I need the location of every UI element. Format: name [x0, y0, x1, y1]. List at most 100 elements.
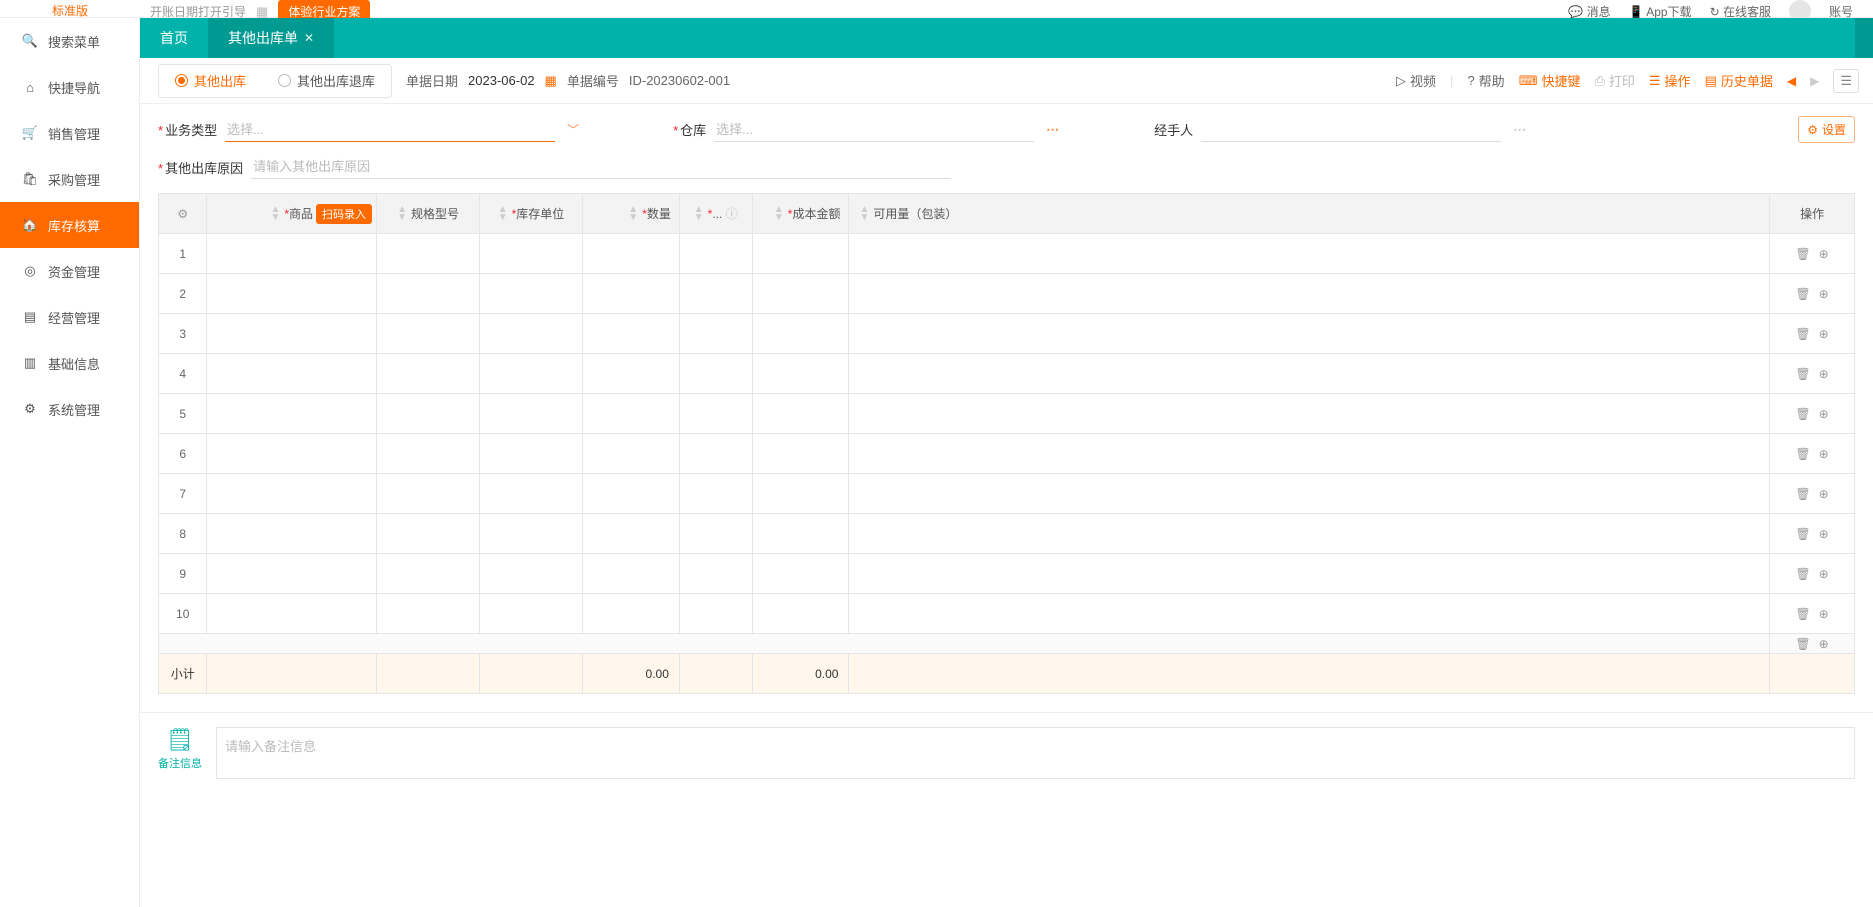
- sidebar-item-finance[interactable]: ◎资金管理: [0, 248, 139, 294]
- cell-unit[interactable]: [480, 514, 583, 554]
- cell-qty[interactable]: [582, 234, 679, 274]
- table-row[interactable]: 8🗑⊕: [159, 514, 1855, 554]
- cell-spec[interactable]: [377, 314, 480, 354]
- cell-unit[interactable]: [480, 354, 583, 394]
- settings-button[interactable]: ⚙设置: [1798, 116, 1855, 143]
- cell-extra[interactable]: [679, 314, 752, 354]
- help-icon[interactable]: ⓘ: [726, 207, 738, 221]
- cell-spec[interactable]: [377, 354, 480, 394]
- cell-unit[interactable]: [480, 594, 583, 634]
- cell-spec[interactable]: [377, 554, 480, 594]
- add-icon[interactable]: ⊕: [1819, 327, 1829, 341]
- print-link[interactable]: ⎙打印: [1594, 71, 1634, 90]
- add-icon[interactable]: ⊕: [1819, 447, 1829, 461]
- biz-type-input[interactable]: [225, 118, 555, 142]
- doc-date-value[interactable]: 2023-06-02: [468, 73, 535, 88]
- cell-qty[interactable]: [582, 554, 679, 594]
- sidebar-item-basic[interactable]: ▥基础信息: [0, 340, 139, 386]
- cell-extra[interactable]: [679, 434, 752, 474]
- table-row[interactable]: 7🗑⊕: [159, 474, 1855, 514]
- more-icon[interactable]: ⋯: [1042, 122, 1064, 138]
- delete-icon[interactable]: 🗑: [1795, 367, 1810, 381]
- col-available[interactable]: ▲▼可用量（包装）: [849, 194, 1770, 234]
- cell-product[interactable]: [207, 314, 377, 354]
- cell-qty[interactable]: [582, 274, 679, 314]
- table-row[interactable]: 4🗑⊕: [159, 354, 1855, 394]
- add-icon[interactable]: ⊕: [1819, 527, 1829, 541]
- cell-amount[interactable]: [752, 474, 849, 514]
- cell-product[interactable]: [207, 394, 377, 434]
- tab-home[interactable]: 首页: [140, 18, 208, 58]
- col-amount[interactable]: ▲▼*成本金额: [752, 194, 849, 234]
- chevron-down-icon[interactable]: ﹀: [563, 121, 583, 138]
- table-row[interactable]: 2🗑⊕: [159, 274, 1855, 314]
- sidebar-item-inventory[interactable]: 🏠库存核算: [0, 202, 139, 248]
- col-spec[interactable]: ▲▼规格型号: [377, 194, 480, 234]
- sidebar-item-biz[interactable]: ▤经营管理: [0, 294, 139, 340]
- delete-icon[interactable]: 🗑: [1795, 487, 1810, 501]
- cell-extra[interactable]: [679, 234, 752, 274]
- handler-input[interactable]: [1201, 118, 1501, 142]
- tab-other-outbound[interactable]: 其他出库单 ✕: [208, 18, 334, 58]
- cell-amount[interactable]: [752, 554, 849, 594]
- cell-amount[interactable]: [752, 434, 849, 474]
- sidebar-item-sales[interactable]: 🛒销售管理: [0, 110, 139, 156]
- table-row[interactable]: 10🗑⊕: [159, 594, 1855, 634]
- cell-spec[interactable]: [377, 514, 480, 554]
- table-row[interactable]: 5🗑⊕: [159, 394, 1855, 434]
- delete-icon[interactable]: 🗑: [1795, 567, 1810, 581]
- history-next-icon[interactable]: ▶: [1810, 74, 1819, 88]
- cell-qty[interactable]: [582, 474, 679, 514]
- list-button[interactable]: ☰: [1833, 69, 1859, 93]
- cell-extra[interactable]: [679, 554, 752, 594]
- cell-unit[interactable]: [480, 434, 583, 474]
- cell-amount[interactable]: [752, 594, 849, 634]
- remark-input[interactable]: [216, 727, 1855, 779]
- add-icon[interactable]: ⊕: [1819, 407, 1829, 421]
- add-icon[interactable]: ⊕: [1819, 487, 1829, 501]
- cell-product[interactable]: [207, 514, 377, 554]
- cell-spec[interactable]: [377, 434, 480, 474]
- cell-product[interactable]: [207, 354, 377, 394]
- close-icon[interactable]: ✕: [304, 31, 314, 45]
- cell-product[interactable]: [207, 554, 377, 594]
- col-product[interactable]: ▲▼*商品扫码录入: [207, 194, 377, 234]
- calendar-icon[interactable]: ▦: [545, 73, 557, 89]
- add-icon[interactable]: ⊕: [1819, 567, 1829, 581]
- cell-product[interactable]: [207, 274, 377, 314]
- cell-unit[interactable]: [480, 474, 583, 514]
- sidebar-item-search[interactable]: 🔍搜索菜单: [0, 18, 139, 64]
- delete-icon[interactable]: 🗑: [1795, 327, 1810, 341]
- cell-unit[interactable]: [480, 234, 583, 274]
- cell-extra[interactable]: [679, 394, 752, 434]
- cell-qty[interactable]: [582, 394, 679, 434]
- sidebar-item-system[interactable]: ⚙系统管理: [0, 386, 139, 432]
- delete-icon[interactable]: 🗑: [1795, 637, 1810, 651]
- add-icon[interactable]: ⊕: [1819, 367, 1829, 381]
- ops-link[interactable]: ☰操作: [1649, 71, 1691, 90]
- cell-spec[interactable]: [377, 234, 480, 274]
- shortcut-link[interactable]: ⌨快捷键: [1519, 71, 1581, 90]
- col-extra[interactable]: ▲▼*... ⓘ: [679, 194, 752, 234]
- subtab-return[interactable]: 其他出库退库: [262, 65, 391, 97]
- sidebar-item-quicknav[interactable]: ⌂快捷导航: [0, 64, 139, 110]
- cell-extra[interactable]: [679, 514, 752, 554]
- cell-qty[interactable]: [582, 314, 679, 354]
- cell-qty[interactable]: [582, 514, 679, 554]
- cell-spec[interactable]: [377, 594, 480, 634]
- cell-amount[interactable]: [752, 234, 849, 274]
- cell-amount[interactable]: [752, 514, 849, 554]
- delete-icon[interactable]: 🗑: [1795, 447, 1810, 461]
- cell-extra[interactable]: [679, 594, 752, 634]
- col-unit[interactable]: ▲▼*库存单位: [480, 194, 583, 234]
- service-link[interactable]: ↻ 在线客服: [1710, 3, 1771, 20]
- help-link[interactable]: ?帮助: [1467, 71, 1504, 90]
- table-row[interactable]: 9🗑⊕: [159, 554, 1855, 594]
- cell-amount[interactable]: [752, 274, 849, 314]
- reason-input[interactable]: [251, 155, 951, 179]
- history-prev-icon[interactable]: ◀: [1787, 74, 1796, 88]
- add-icon[interactable]: ⊕: [1819, 607, 1829, 621]
- col-qty[interactable]: ▲▼*数量: [582, 194, 679, 234]
- subtab-outbound[interactable]: 其他出库: [159, 65, 262, 97]
- cell-unit[interactable]: [480, 554, 583, 594]
